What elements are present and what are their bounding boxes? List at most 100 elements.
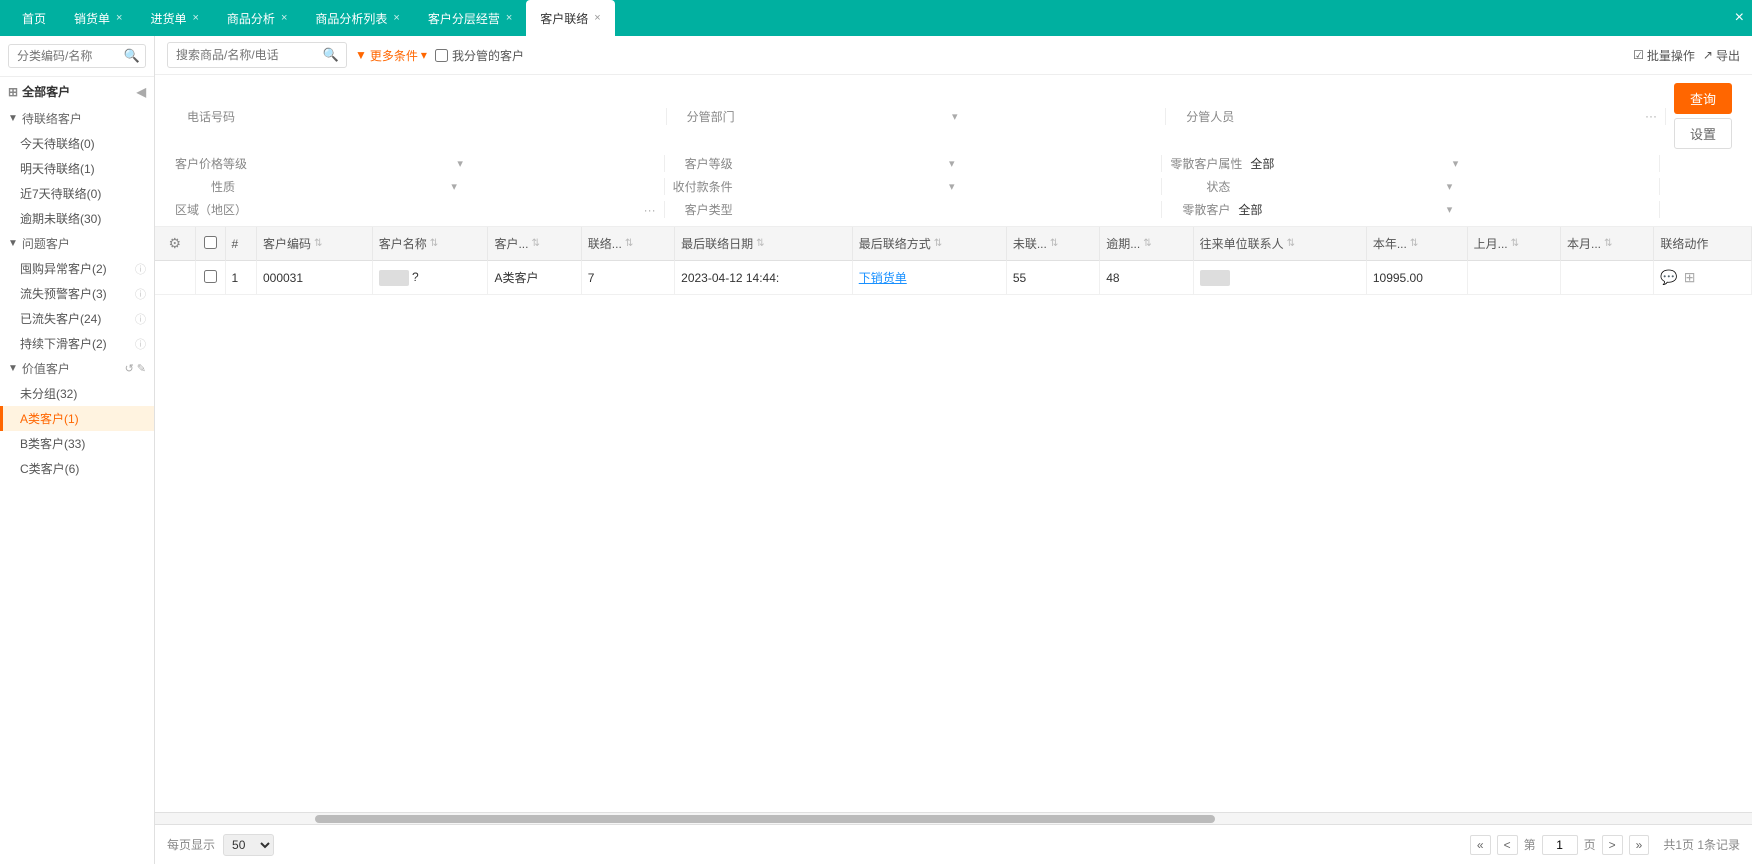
close-customer-contact-tab[interactable]: × bbox=[594, 12, 600, 24]
sidebar-item-hoarding[interactable]: 囤购异常客户(2) ⓘ bbox=[0, 256, 154, 281]
sort-code-icon[interactable]: ⇅ bbox=[314, 238, 322, 249]
sidebar-item-class-a[interactable]: A类客户(1) bbox=[0, 406, 154, 431]
customer-grade-select[interactable]: ▾ bbox=[741, 157, 1154, 170]
filter-cell-region: 区域（地区） ··· bbox=[167, 201, 665, 218]
row-overdue: 48 bbox=[1100, 261, 1193, 295]
filter-search-input[interactable] bbox=[167, 42, 347, 68]
status-select[interactable]: ▾ bbox=[1238, 180, 1651, 193]
table-area: ⚙ # 客户编码 ⇅ bbox=[155, 227, 1752, 812]
filter-cell-status: 状态 ▾ bbox=[1162, 178, 1660, 195]
nav-customer-segment[interactable]: 客户分层经营 × bbox=[414, 0, 526, 36]
last-method-link[interactable]: 下销货单 bbox=[859, 271, 907, 285]
page-size-select[interactable]: 50 100 200 bbox=[223, 834, 274, 856]
last-page-btn[interactable]: » bbox=[1629, 835, 1650, 855]
retail-attr-select[interactable]: 全部 ▾ bbox=[1250, 155, 1651, 172]
sidebar-item-today[interactable]: 今天待联络(0) bbox=[0, 131, 154, 156]
row-checkbox[interactable] bbox=[204, 270, 217, 283]
next-page-btn[interactable]: > bbox=[1602, 835, 1623, 855]
filter-bar: 🔍 ▼ 更多条件 ▾ 我分管的客户 ☑ 批量操作 ↗ 导出 bbox=[155, 36, 1752, 75]
filter-row-3: 性质 ▾ 收付款条件 ▾ 状态 bbox=[167, 178, 1740, 195]
sort-name-icon[interactable]: ⇅ bbox=[430, 238, 438, 249]
close-sales-tab[interactable]: × bbox=[116, 12, 122, 24]
sidebar-item-tomorrow[interactable]: 明天待联络(1) bbox=[0, 156, 154, 181]
nature-chevron: ▾ bbox=[451, 180, 655, 193]
sidebar-item-churn-warning[interactable]: 流失预警客户(3) ⓘ bbox=[0, 281, 154, 306]
row-actions: 💬 ⊞ bbox=[1654, 261, 1752, 295]
sort-not-contact-icon[interactable]: ⇅ bbox=[1050, 238, 1058, 249]
section-pending-contact[interactable]: ▼ 待联络客户 bbox=[0, 106, 154, 131]
manager-dots[interactable]: ··· bbox=[1645, 109, 1657, 123]
sort-contact-icon[interactable]: ⇅ bbox=[625, 238, 633, 249]
filter-cell-customer-grade: 客户等级 ▾ bbox=[665, 155, 1163, 172]
nav-goods-analysis[interactable]: 商品分析 × bbox=[213, 0, 301, 36]
filter-cell-customer-type: 客户类型 bbox=[665, 201, 1163, 218]
sidebar-item-class-b[interactable]: B类客户(33) bbox=[0, 431, 154, 456]
sort-person-icon[interactable]: ⇅ bbox=[1287, 238, 1295, 249]
sort-type-icon[interactable]: ⇅ bbox=[531, 238, 539, 249]
query-button[interactable]: 查询 bbox=[1674, 83, 1732, 114]
phone-input[interactable] bbox=[243, 109, 658, 123]
refresh-icon[interactable]: ↺ bbox=[125, 362, 134, 375]
col-this-month: 本月... ⇅ bbox=[1561, 227, 1654, 261]
sidebar-collapse-icon[interactable]: ◀ bbox=[137, 85, 146, 99]
batch-op-button[interactable]: ☑ 批量操作 bbox=[1633, 47, 1695, 64]
sidebar-item-churned[interactable]: 已流失客户(24) ⓘ bbox=[0, 306, 154, 331]
more-filters-button[interactable]: ▼ 更多条件 ▾ bbox=[355, 47, 427, 64]
sidebar-all-customers[interactable]: ⊞ 全部客户 ◀ bbox=[0, 77, 154, 106]
sidebar-search-icon: 🔍 bbox=[124, 48, 140, 64]
edit-icon[interactable]: ✎ bbox=[137, 362, 146, 375]
nav-sales[interactable]: 销货单 × bbox=[60, 0, 136, 36]
table-settings-icon[interactable]: ⚙ bbox=[168, 235, 181, 251]
section-value-customers[interactable]: ▼ 价值客户 ↺ ✎ bbox=[0, 356, 154, 381]
row-not-contact: 55 bbox=[1006, 261, 1099, 295]
col-settings: ⚙ bbox=[155, 227, 195, 261]
filter-cell-retail: 零散客户 全部 ▾ bbox=[1162, 201, 1660, 218]
top-nav: 首页 销货单 × 进货单 × 商品分析 × 商品分析列表 × 客户分层经营 × … bbox=[0, 0, 1752, 36]
payment-select[interactable]: ▾ bbox=[741, 180, 1154, 193]
sort-last-month-icon[interactable]: ⇅ bbox=[1511, 238, 1519, 249]
sort-this-month-icon[interactable]: ⇅ bbox=[1604, 238, 1612, 249]
sort-date-icon[interactable]: ⇅ bbox=[756, 238, 764, 249]
sidebar-item-overdue[interactable]: 逾期未联络(30) bbox=[0, 206, 154, 231]
sidebar-item-class-c[interactable]: C类客户(6) bbox=[0, 456, 154, 481]
name-gray-block bbox=[379, 270, 409, 286]
price-grade-select[interactable]: ▾ bbox=[255, 157, 656, 170]
section-problem-customers[interactable]: ▼ 问题客户 bbox=[0, 231, 154, 256]
close-all-tabs[interactable]: × bbox=[1735, 9, 1744, 27]
nav-home[interactable]: 首页 bbox=[8, 0, 60, 36]
prev-page-btn[interactable]: < bbox=[1497, 835, 1518, 855]
first-page-btn[interactable]: « bbox=[1470, 835, 1491, 855]
sort-method-icon[interactable]: ⇅ bbox=[934, 238, 942, 249]
settings-button[interactable]: 设置 bbox=[1674, 118, 1732, 149]
select-all-checkbox[interactable] bbox=[204, 236, 217, 249]
retail-select[interactable]: 全部 ▾ bbox=[1238, 201, 1651, 218]
col-code: 客户编码 ⇅ bbox=[256, 227, 372, 261]
nav-goods-list[interactable]: 商品分析列表 × bbox=[301, 0, 413, 36]
my-customers-filter[interactable]: 我分管的客户 bbox=[435, 47, 524, 64]
horizontal-scrollbar[interactable] bbox=[155, 812, 1752, 824]
sort-this-year-icon[interactable]: ⇅ bbox=[1410, 238, 1418, 249]
row-last-month bbox=[1467, 261, 1560, 295]
dept-select[interactable]: ▾ bbox=[743, 110, 1158, 123]
sidebar-item-declining[interactable]: 持续下滑客户(2) ⓘ bbox=[0, 331, 154, 356]
page-number-input[interactable] bbox=[1542, 835, 1578, 855]
close-purchase-tab[interactable]: × bbox=[192, 12, 198, 24]
col-name: 客户名称 ⇅ bbox=[372, 227, 488, 261]
export-button[interactable]: ↗ 导出 bbox=[1703, 47, 1740, 64]
qr-action-icon[interactable]: ⊞ bbox=[1684, 269, 1696, 286]
close-goods-analysis-tab[interactable]: × bbox=[281, 12, 287, 24]
sidebar-item-unclassified[interactable]: 未分组(32) bbox=[0, 381, 154, 406]
close-goods-list-tab[interactable]: × bbox=[393, 12, 399, 24]
row-contact-person bbox=[1193, 261, 1366, 295]
nav-purchase[interactable]: 进货单 × bbox=[136, 0, 212, 36]
sort-overdue-icon[interactable]: ⇅ bbox=[1143, 238, 1151, 249]
close-customer-segment-tab[interactable]: × bbox=[506, 12, 512, 24]
nav-customer-contact[interactable]: 客户联络 × bbox=[526, 0, 614, 36]
chat-action-icon[interactable]: 💬 bbox=[1660, 269, 1677, 286]
my-customers-checkbox[interactable] bbox=[435, 49, 448, 62]
filter-bar-right: ☑ 批量操作 ↗ 导出 bbox=[1633, 47, 1740, 64]
region-dots[interactable]: ··· bbox=[644, 203, 656, 217]
nature-select[interactable]: ▾ bbox=[243, 180, 656, 193]
scrollbar-thumb[interactable] bbox=[315, 815, 1215, 823]
sidebar-item-7days[interactable]: 近7天待联络(0) bbox=[0, 181, 154, 206]
